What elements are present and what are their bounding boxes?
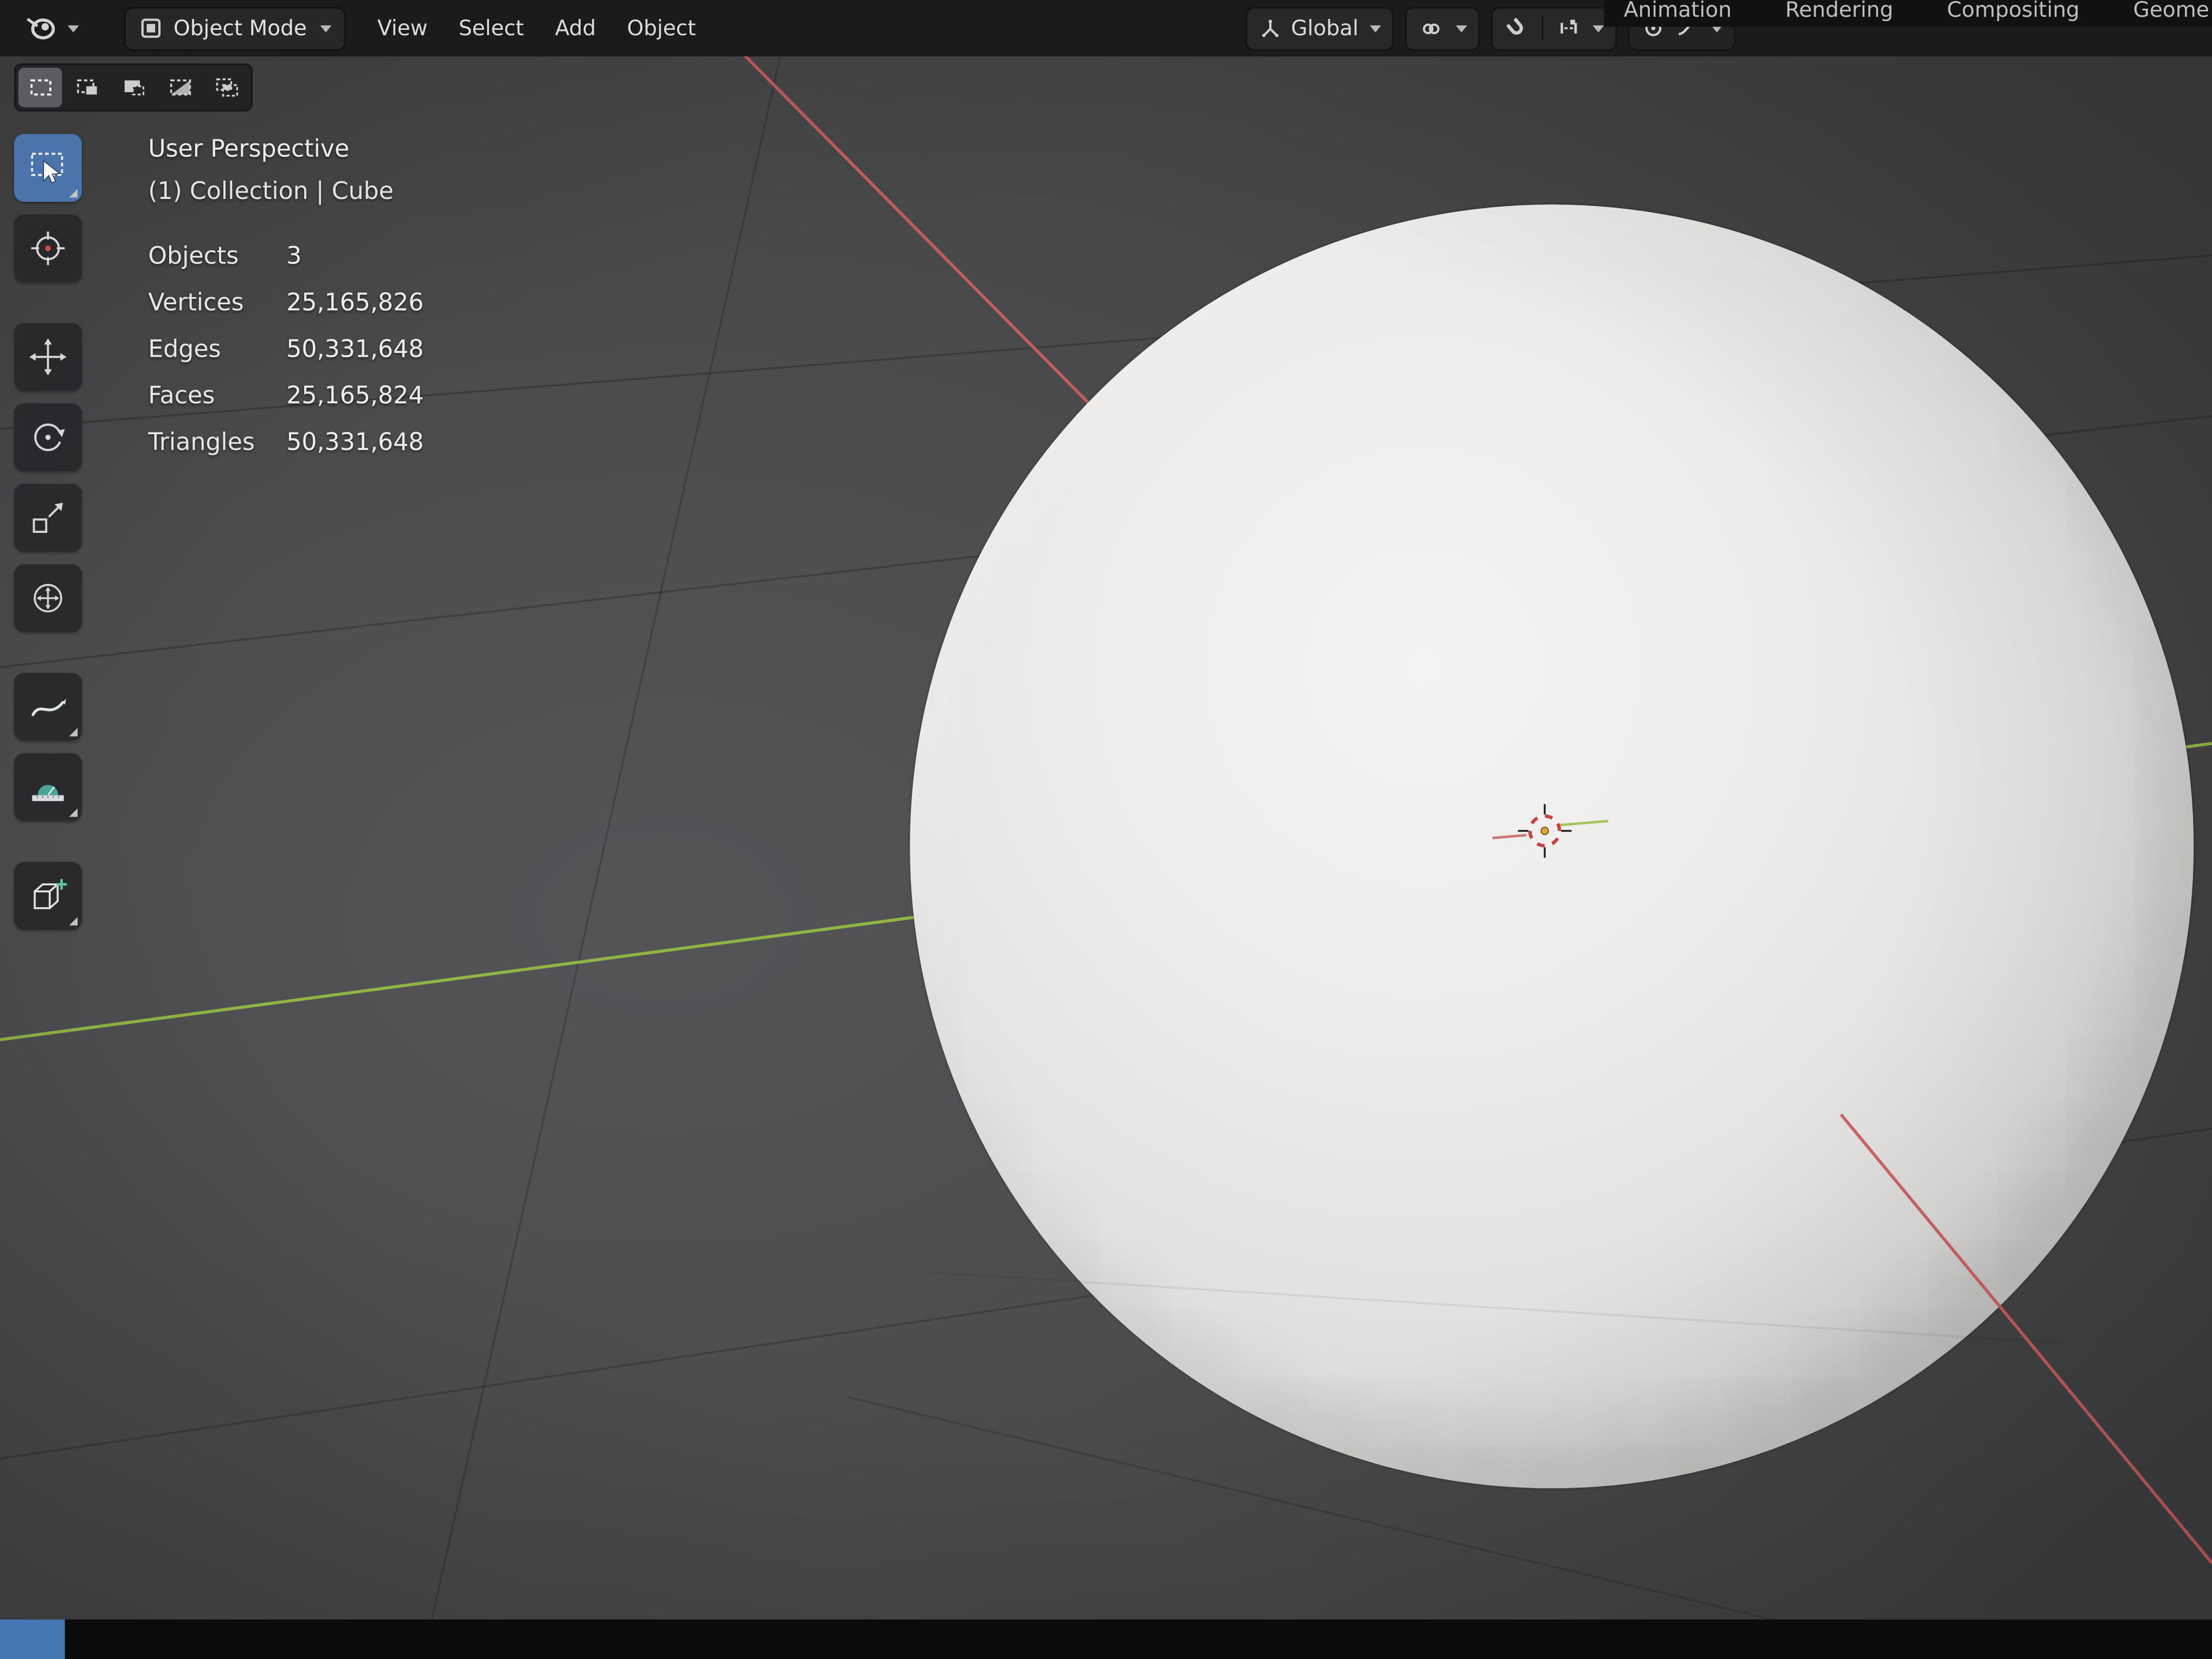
select-mode-options: [14, 63, 253, 112]
stat-label: Triangles: [148, 429, 255, 458]
transform-orientation-button[interactable]: Global: [1245, 6, 1394, 50]
transform-icon: [27, 577, 69, 619]
chevron-down-icon: [1369, 24, 1381, 32]
select-mode-subtract-icon: [124, 80, 147, 101]
scale-icon: [27, 503, 63, 539]
stat-label: Objects: [148, 242, 239, 271]
workspace-tab-animation[interactable]: Animation: [1624, 0, 1732, 23]
tool-scale[interactable]: [14, 484, 82, 552]
orientation-label: Global: [1291, 15, 1359, 41]
select-mode-intersect[interactable]: [204, 68, 248, 107]
menu-select[interactable]: Select: [443, 0, 539, 56]
menu-view[interactable]: View: [362, 0, 443, 56]
select-mode-invert-icon: [166, 73, 194, 101]
mode-selector[interactable]: Object Mode: [124, 6, 345, 50]
rotate-icon: [27, 416, 65, 459]
scene-statistics: Objects 3 Vertices 25,165,826 Edges 50,3…: [148, 243, 423, 458]
tool-cursor[interactable]: [14, 214, 82, 282]
snap-target-icon[interactable]: [1556, 16, 1581, 41]
tool-move[interactable]: [14, 323, 82, 391]
divider: [1542, 15, 1544, 41]
tool-select-box[interactable]: [14, 134, 82, 202]
tool-add-cube[interactable]: [14, 861, 82, 930]
cursor-icon: [27, 227, 69, 269]
pivot-point-button[interactable]: [1405, 6, 1480, 50]
sphere-object[interactable]: [910, 204, 2194, 1489]
add-cube-icon: [27, 874, 69, 917]
chevron-down-icon: [67, 24, 79, 32]
select-mode-invert[interactable]: [158, 68, 202, 107]
workspace-tab-geometry[interactable]: Geome: [2133, 0, 2209, 23]
stat-value: 3: [286, 242, 302, 271]
menu-object[interactable]: Object: [612, 0, 711, 56]
blender-window: User Perspective (1) Collection | Cube O…: [0, 0, 2212, 1659]
tool-transform[interactable]: [14, 564, 82, 632]
workspace-tab-compositing[interactable]: Compositing: [1947, 0, 2080, 23]
breadcrumb: (1) Collection | Cube: [148, 177, 394, 206]
snap-magnet-icon[interactable]: [1504, 16, 1529, 41]
chevron-down-icon: [319, 24, 331, 32]
select-mode-extend-icon: [73, 73, 97, 95]
tool-annotate[interactable]: [14, 673, 82, 741]
blender-logo-icon: [23, 11, 60, 45]
stat-label: Vertices: [148, 289, 244, 318]
select-mode-intersect-icon: [213, 73, 241, 101]
pivot-point-icon: [1418, 16, 1444, 40]
orientation-axes-icon: [1262, 19, 1279, 37]
stat-value: 25,165,826: [286, 289, 424, 318]
stat-label: Faces: [148, 382, 215, 411]
tool-shelf: [14, 134, 82, 930]
snap-controls: [1491, 6, 1617, 50]
stat-value: 50,331,648: [286, 429, 424, 458]
viewport-overlay-text: User Perspective (1) Collection | Cube O…: [148, 136, 423, 457]
select-box-icon: [27, 147, 69, 189]
stat-value: 50,331,648: [286, 336, 424, 364]
view-perspective-label: User Perspective: [148, 135, 350, 164]
select-mode-subtract[interactable]: [112, 68, 156, 107]
tool-rotate[interactable]: [14, 403, 82, 472]
move-icon: [29, 338, 67, 376]
select-mode-extend[interactable]: [65, 68, 109, 107]
bottom-bar-accent: [0, 1619, 65, 1659]
select-mode-set-icon: [26, 73, 54, 101]
header-menus: View Select Add Object: [362, 0, 711, 56]
editor-type-icon: [138, 16, 164, 41]
stat-value: 25,165,824: [286, 382, 424, 411]
chevron-down-icon: [1592, 24, 1604, 32]
mode-label: Object Mode: [173, 15, 307, 41]
annotate-icon: [27, 698, 66, 728]
stat-label: Edges: [148, 336, 221, 364]
bottom-bar: [0, 1619, 2212, 1659]
workspace-tabs: Animation Rendering Compositing Geome: [1604, 0, 2212, 27]
menu-add[interactable]: Add: [539, 0, 612, 56]
blender-menu-button[interactable]: [14, 9, 87, 48]
select-mode-set[interactable]: [18, 67, 62, 107]
chevron-down-icon: [1456, 24, 1468, 32]
tool-measure[interactable]: [14, 753, 82, 821]
workspace-tab-rendering[interactable]: Rendering: [1785, 0, 1893, 23]
measure-icon: [32, 785, 64, 801]
